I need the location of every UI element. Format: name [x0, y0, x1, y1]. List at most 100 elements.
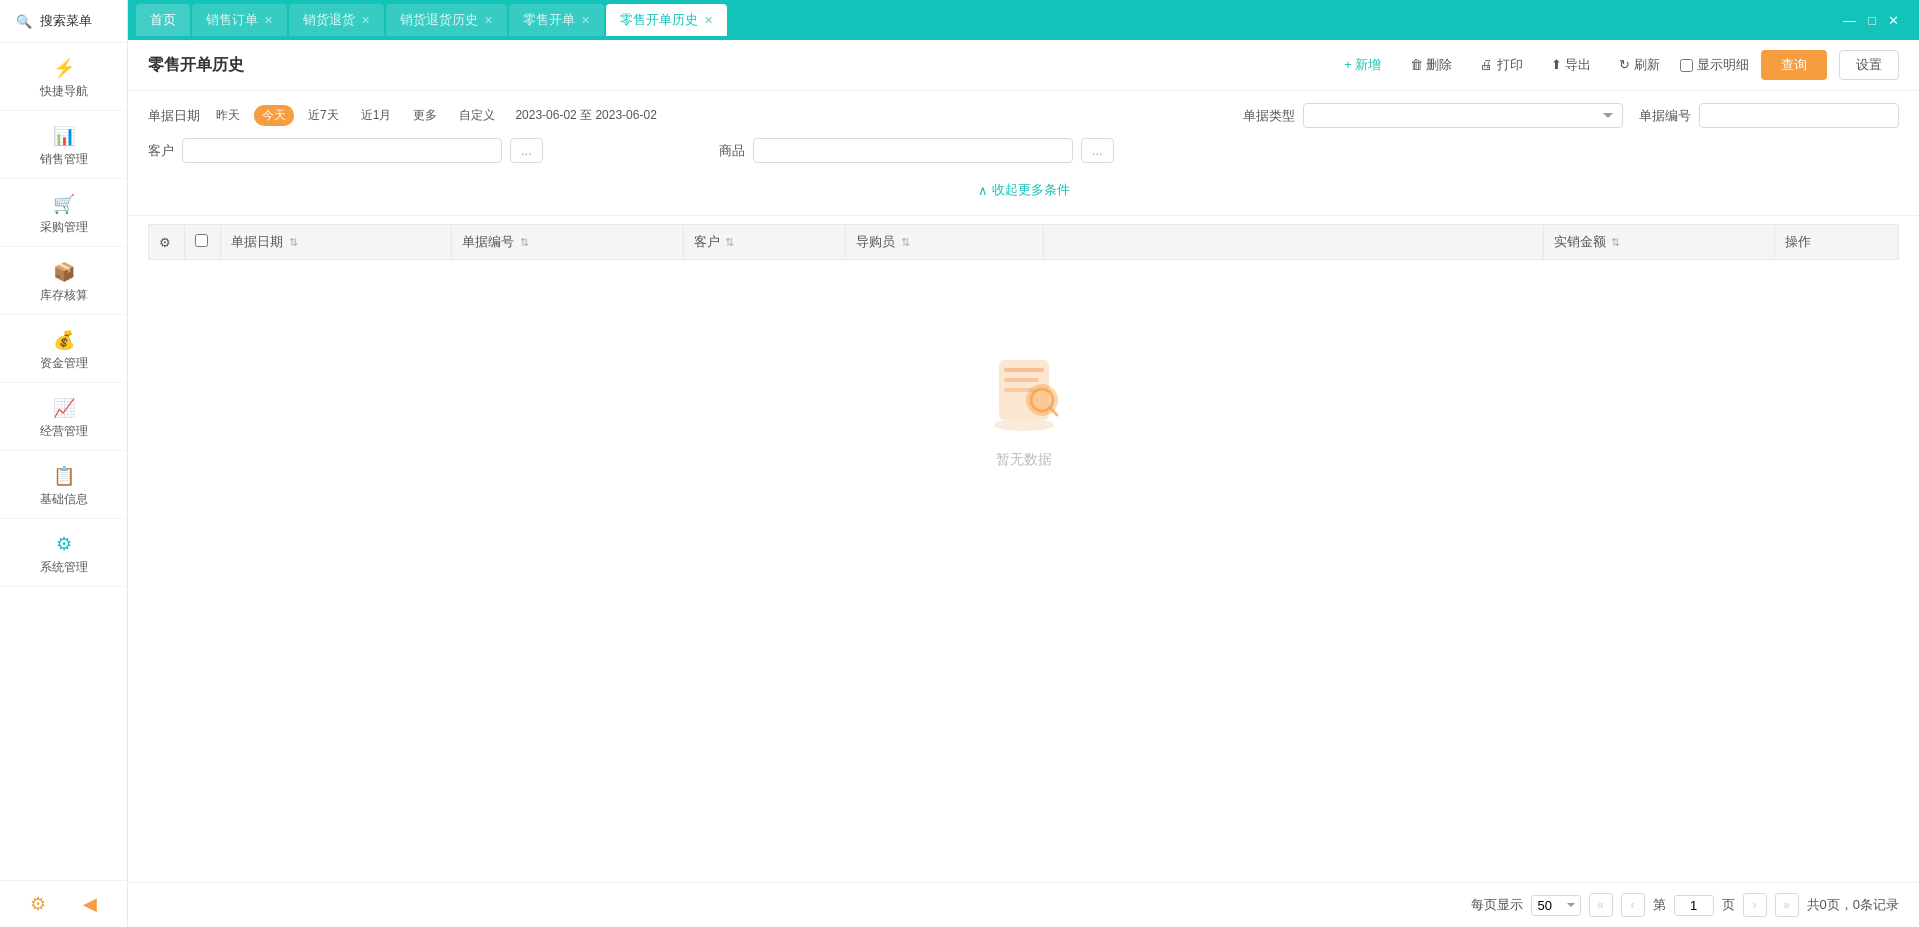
tab-retail-open[interactable]: 零售开单 ✕: [509, 4, 604, 36]
number-label: 单据编号: [1639, 107, 1691, 125]
svg-rect-2: [1004, 368, 1044, 372]
th-actions: 操作: [1774, 225, 1898, 260]
export-button[interactable]: ⬆ 导出: [1543, 52, 1600, 78]
date-option-more[interactable]: 更多: [405, 105, 445, 126]
collapse-button[interactable]: ∧ 收起更多条件: [970, 177, 1078, 203]
print-button[interactable]: 🖨 打印: [1472, 52, 1531, 78]
th-number: 单据编号 ⇅: [452, 225, 683, 260]
collapse-label: 收起更多条件: [992, 181, 1070, 199]
last-page-button[interactable]: »: [1775, 893, 1799, 917]
first-page-button[interactable]: «: [1589, 893, 1613, 917]
sidebar-item-sales[interactable]: 📊 销售管理: [0, 111, 127, 179]
query-button[interactable]: 查询: [1761, 50, 1827, 80]
customer-input[interactable]: [182, 138, 502, 163]
goods-ellipsis-button[interactable]: ...: [1081, 138, 1114, 163]
type-label: 单据类型: [1243, 107, 1295, 125]
total-info: 共0页，0条记录: [1807, 896, 1899, 914]
main-area: 首页销售订单✕销货退货✕销货退货历史✕零售开单✕零售开单历史✕ — □ ✕ 零售…: [128, 0, 1919, 927]
svg-rect-3: [1004, 378, 1039, 382]
settings-button[interactable]: 设置: [1839, 50, 1899, 80]
number-input[interactable]: [1699, 103, 1899, 128]
collapse-sidebar-icon[interactable]: ◀: [83, 893, 97, 915]
page-header: 零售开单历史 + 新增 🗑 删除 🖨 打印 ⬆ 导出 ↻ 刷新 显示明细 查询 …: [128, 40, 1919, 91]
tab-label-home: 首页: [150, 11, 176, 29]
select-all-checkbox[interactable]: [195, 234, 208, 247]
th-checkbox[interactable]: [185, 225, 221, 260]
table-area: ⚙ 单据日期 ⇅ 单据编号 ⇅ 客户 ⇅ 导购员 ⇅ 实销金额 ⇅ 操作: [128, 216, 1919, 882]
prev-page-button[interactable]: ‹: [1621, 893, 1645, 917]
sidebar-item-finance[interactable]: 💰 资金管理: [0, 315, 127, 383]
tab-label-sales-return: 销货退货: [303, 11, 355, 29]
sidebar-item-label-sales: 销售管理: [40, 151, 88, 168]
tab-close-sales-return[interactable]: ✕: [361, 14, 370, 27]
next-page-button[interactable]: ›: [1743, 893, 1767, 917]
minimize-button[interactable]: —: [1843, 13, 1856, 28]
customer-ellipsis-button[interactable]: ...: [510, 138, 543, 163]
sidebar-item-inventory[interactable]: 📦 库存核算: [0, 247, 127, 315]
page-input[interactable]: 1: [1674, 895, 1714, 916]
sidebar-search-label: 搜索菜单: [40, 12, 92, 30]
settings-icon[interactable]: ⚙: [30, 893, 46, 915]
sidebar-bottom: ⚙ ◀: [0, 880, 127, 927]
date-option-7days[interactable]: 近7天: [300, 105, 347, 126]
page-label-before: 第: [1653, 896, 1666, 914]
customer-filter-item: 客户 ...: [148, 138, 543, 163]
per-page-select[interactable]: 102050100: [1531, 895, 1581, 916]
tab-close-retail-history[interactable]: ✕: [704, 14, 713, 27]
sidebar-item-purchase[interactable]: 🛒 采购管理: [0, 179, 127, 247]
th-amount: 实销金额 ⇅: [1543, 225, 1774, 260]
tab-sales-return[interactable]: 销货退货 ✕: [289, 4, 384, 36]
tab-home[interactable]: 首页: [136, 4, 190, 36]
add-button[interactable]: + 新增: [1336, 52, 1389, 78]
sidebar-item-label-purchase: 采购管理: [40, 219, 88, 236]
goods-input[interactable]: [753, 138, 1073, 163]
system-icon: ⚙: [56, 533, 72, 555]
filter-row-1: 单据日期 昨天今天近7天近1月更多自定义 2023-06-02 至 2023-0…: [148, 103, 1899, 128]
tab-return-history[interactable]: 销货退货历史✕: [386, 4, 507, 36]
toolbar: + 新增 🗑 删除 🖨 打印 ⬆ 导出 ↻ 刷新 显示明细 查询 设置: [1336, 50, 1899, 80]
empty-state: 暂无数据: [148, 260, 1899, 549]
tab-label-retail-open: 零售开单: [523, 11, 575, 29]
empty-icon: [974, 340, 1074, 443]
tab-close-retail-open[interactable]: ✕: [581, 14, 590, 27]
inventory-icon: 📦: [53, 261, 75, 283]
th-customer: 客户 ⇅: [683, 225, 846, 260]
sales-icon: 📊: [53, 125, 75, 147]
date-option-today[interactable]: 今天: [254, 105, 294, 126]
sidebar-item-basic[interactable]: 📋 基础信息: [0, 451, 127, 519]
tab-label-retail-history: 零售开单历史: [620, 11, 698, 29]
date-filter-item: 单据日期 昨天今天近7天近1月更多自定义 2023-06-02 至 2023-0…: [148, 105, 657, 126]
sidebar-item-label-system: 系统管理: [40, 559, 88, 576]
per-page-label: 每页显示: [1471, 896, 1523, 914]
filter-area: 单据日期 昨天今天近7天近1月更多自定义 2023-06-02 至 2023-0…: [128, 91, 1919, 216]
tab-bar: 首页销售订单✕销货退货✕销货退货历史✕零售开单✕零售开单历史✕ — □ ✕: [128, 0, 1919, 40]
type-filter-item: 单据类型: [1243, 103, 1623, 128]
date-option-1month[interactable]: 近1月: [353, 105, 400, 126]
close-button[interactable]: ✕: [1888, 13, 1899, 28]
th-guide: 导购员 ⇅: [846, 225, 1043, 260]
tab-close-return-history[interactable]: ✕: [484, 14, 493, 27]
sidebar-item-system[interactable]: ⚙ 系统管理: [0, 519, 127, 587]
delete-button[interactable]: 🗑 删除: [1402, 52, 1461, 78]
sidebar-search[interactable]: 🔍 搜索菜单: [0, 0, 127, 43]
operations-icon: 📈: [53, 397, 75, 419]
collapse-row: ∧ 收起更多条件: [148, 173, 1899, 207]
search-icon: 🔍: [16, 14, 32, 29]
tab-sales-order[interactable]: 销售订单✕: [192, 4, 287, 36]
tab-close-sales-order[interactable]: ✕: [264, 14, 273, 27]
window-controls: — □ ✕: [1843, 13, 1911, 28]
th-date: 单据日期 ⇅: [221, 225, 452, 260]
date-option-custom[interactable]: 自定义: [451, 105, 503, 126]
sidebar-item-label-basic: 基础信息: [40, 491, 88, 508]
tab-retail-history[interactable]: 零售开单历史 ✕: [606, 4, 727, 36]
display-detail-checkbox[interactable]: [1680, 59, 1693, 72]
sidebar-item-quick-nav[interactable]: ⚡ 快捷导航: [0, 43, 127, 111]
sidebar: 🔍 搜索菜单 ⚡ 快捷导航 📊 销售管理 🛒 采购管理 📦 库存核算 💰 资金管…: [0, 0, 128, 927]
sidebar-item-label-quick-nav: 快捷导航: [40, 83, 88, 100]
maximize-button[interactable]: □: [1868, 13, 1876, 28]
type-select[interactable]: [1303, 103, 1623, 128]
sidebar-item-operations[interactable]: 📈 经营管理: [0, 383, 127, 451]
date-option-yesterday[interactable]: 昨天: [208, 105, 248, 126]
refresh-button[interactable]: ↻ 刷新: [1611, 52, 1668, 78]
th-settings[interactable]: ⚙: [149, 225, 185, 260]
